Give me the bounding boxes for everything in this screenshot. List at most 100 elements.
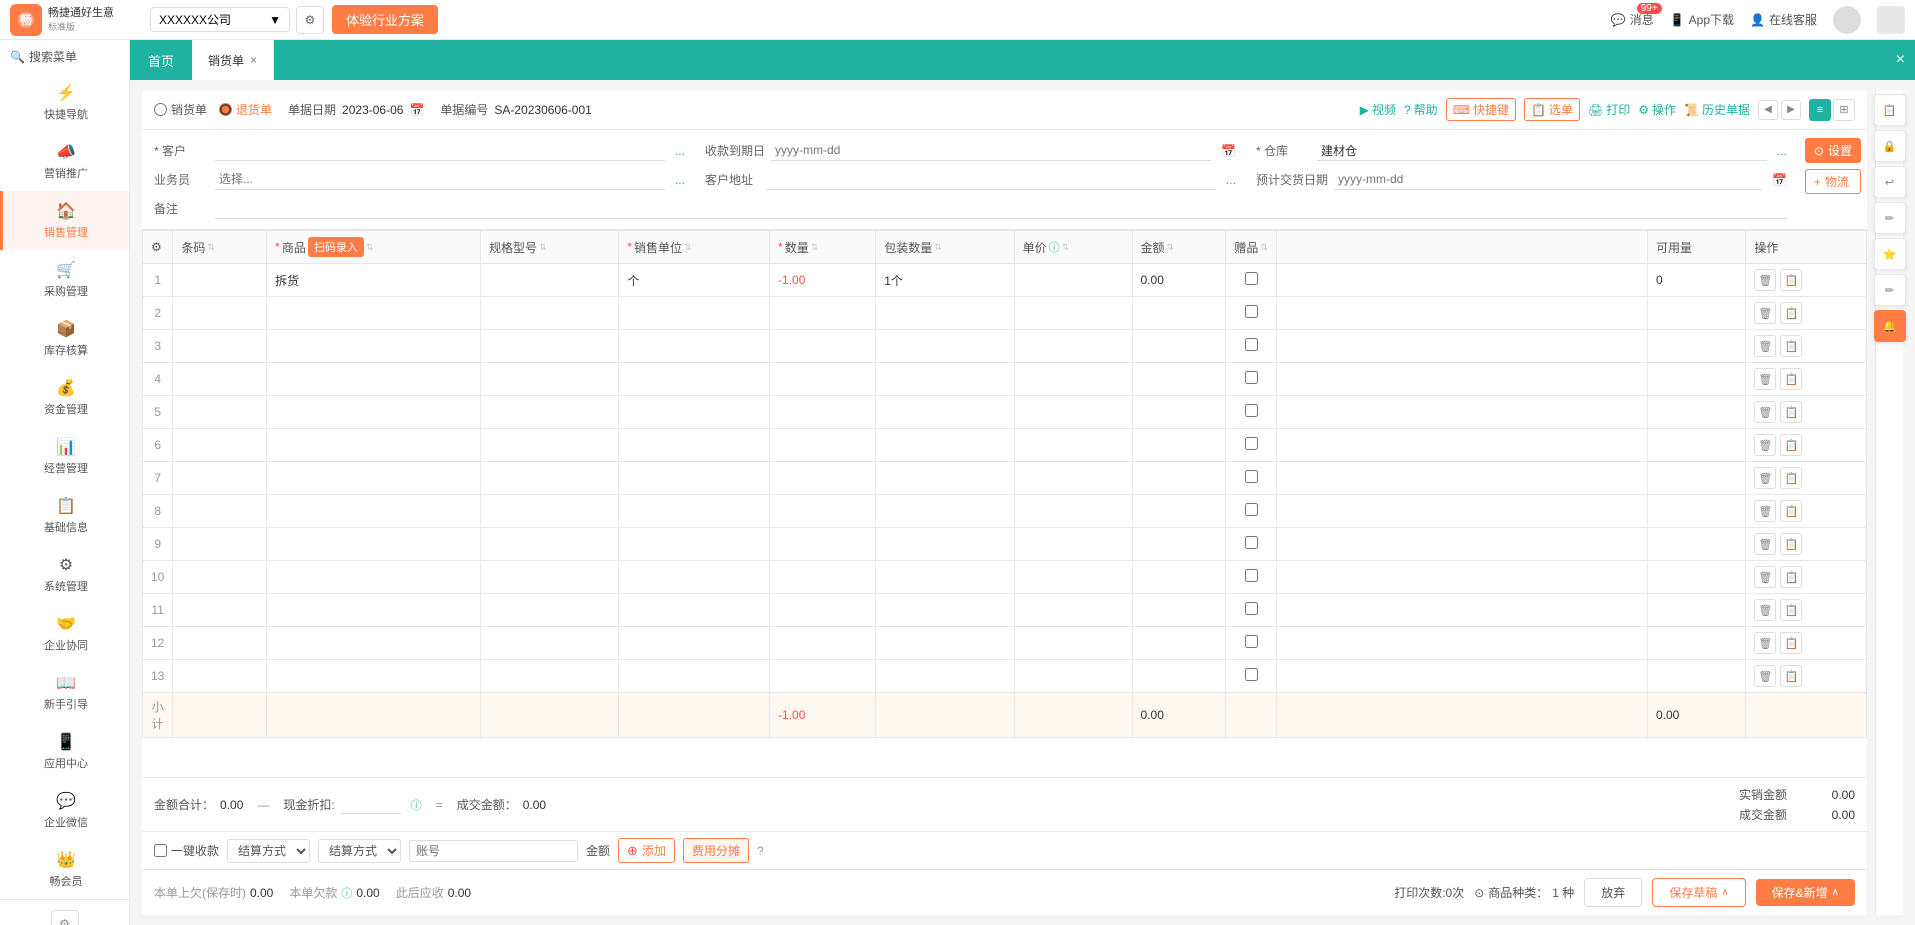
one-click-payment-checkbox[interactable]: 一键收款 <box>154 842 219 859</box>
delete-row-10[interactable]: 🗑 <box>1754 566 1776 588</box>
row-quantity-7[interactable] <box>770 462 876 495</box>
tab-sale-order[interactable]: 销货单 × <box>192 40 274 80</box>
row-gift-10[interactable] <box>1226 561 1277 594</box>
row-gift-6[interactable] <box>1226 429 1277 462</box>
choose-link[interactable]: 📋 选单 <box>1524 98 1580 121</box>
row-product-1[interactable]: 拆货 <box>267 264 481 297</box>
copy-row-6[interactable]: 📋 <box>1780 434 1802 456</box>
row-gift-12[interactable] <box>1226 627 1277 660</box>
row-quantity-12[interactable] <box>770 627 876 660</box>
radio-return-input[interactable] <box>219 103 232 116</box>
one-click-payment-input[interactable] <box>154 844 167 857</box>
row-product-4[interactable] <box>267 363 481 396</box>
this-order-debt-hint[interactable]: ⓘ <box>341 885 352 901</box>
radio-sale-input[interactable] <box>154 103 167 116</box>
unit-price-info-icon[interactable]: ⓘ <box>1049 239 1060 255</box>
float-btn-3[interactable]: ↩ <box>1874 166 1906 198</box>
delete-row-9[interactable]: 🗑 <box>1754 533 1776 555</box>
delete-row-4[interactable]: 🗑 <box>1754 368 1776 390</box>
sidebar-item-guide[interactable]: 📖 新手引导 <box>0 663 129 722</box>
message-button[interactable]: 💬 消息 99+ <box>1611 11 1654 28</box>
row-quantity-10[interactable] <box>770 561 876 594</box>
discount-info-icon[interactable]: ⓘ <box>411 797 422 813</box>
salesperson-ellipsis[interactable]: ... <box>675 173 685 187</box>
note-input[interactable] <box>215 198 1787 219</box>
payment-account-input[interactable] <box>409 840 578 862</box>
avatar[interactable] <box>1833 6 1861 34</box>
row-quantity-6[interactable] <box>770 429 876 462</box>
sidebar-item-member[interactable]: 👑 畅会员 <box>0 840 129 899</box>
row-gift-3[interactable] <box>1226 330 1277 363</box>
row-quantity-3[interactable] <box>770 330 876 363</box>
copy-row-8[interactable]: 📋 <box>1780 500 1802 522</box>
company-selector[interactable]: XXXXXX公司 ▼ <box>150 7 290 32</box>
add-payment-button[interactable]: ⊕ 添加 <box>618 838 675 863</box>
sidebar-item-wechat[interactable]: 💬 企业微信 <box>0 781 129 840</box>
salesperson-input[interactable] <box>215 169 665 190</box>
sidebar-item-operations[interactable]: 📊 经营管理 <box>0 427 129 486</box>
row-product-2[interactable] <box>267 297 481 330</box>
copy-row-7[interactable]: 📋 <box>1780 467 1802 489</box>
print-link[interactable]: 🖨 打印 <box>1588 101 1630 118</box>
expected-date-input[interactable] <box>1334 169 1762 190</box>
product-type-section[interactable]: ⊙ 商品种类： 1 种 <box>1474 884 1574 901</box>
delete-row-1[interactable]: 🗑 <box>1754 269 1776 291</box>
delete-row-13[interactable]: 🗑 <box>1754 665 1776 687</box>
row-product-7[interactable] <box>267 462 481 495</box>
copy-row-3[interactable]: 📋 <box>1780 335 1802 357</box>
copy-row-4[interactable]: 📋 <box>1780 368 1802 390</box>
customer-addr-ellipsis[interactable]: ... <box>1226 173 1236 187</box>
sidebar-item-system[interactable]: ⚙ 系统管理 <box>0 545 129 604</box>
online-service-button[interactable]: 👤 在线客服 <box>1750 11 1817 28</box>
customer-input[interactable] <box>215 140 665 161</box>
settings-btn[interactable]: ⊙ 设置 <box>1805 138 1861 163</box>
copy-row-1[interactable]: 📋 <box>1780 269 1802 291</box>
sidebar-item-basics[interactable]: 📋 基础信息 <box>0 486 129 545</box>
row-gift-5[interactable] <box>1226 396 1277 429</box>
row-product-13[interactable] <box>267 660 481 693</box>
float-btn-6[interactable]: ✏ <box>1874 274 1906 306</box>
row-product-3[interactable] <box>267 330 481 363</box>
delete-row-3[interactable]: 🗑 <box>1754 335 1776 357</box>
delete-row-6[interactable]: 🗑 <box>1754 434 1776 456</box>
copy-row-5[interactable]: 📋 <box>1780 401 1802 423</box>
payment-method-select2[interactable]: 结算方式 <box>318 839 401 863</box>
row-product-9[interactable] <box>267 528 481 561</box>
row-gift-7[interactable] <box>1226 462 1277 495</box>
sidebar-item-quick-nav[interactable]: ⚡ 快捷导航 <box>0 73 129 132</box>
abandon-button[interactable]: 放弃 <box>1584 878 1642 907</box>
calendar-icon[interactable]: 📅 <box>409 103 424 117</box>
sidebar-item-appstore[interactable]: 📱 应用中心 <box>0 722 129 781</box>
warehouse-ellipsis[interactable]: ... <box>1777 144 1787 158</box>
trial-button[interactable]: 体验行业方案 <box>332 5 438 34</box>
row-quantity-2[interactable] <box>770 297 876 330</box>
delete-row-2[interactable]: 🗑 <box>1754 302 1776 324</box>
help-link[interactable]: ? 帮助 <box>1404 101 1438 118</box>
save-draft-button[interactable]: 保存草稿 ∧ <box>1652 878 1745 907</box>
sidebar-item-sales[interactable]: 🏠 销售管理 <box>0 191 129 250</box>
prev-arrow[interactable]: ◀ <box>1758 100 1778 120</box>
payment-method-select[interactable]: 结算方式 <box>227 839 310 863</box>
app-download-button[interactable]: 📱 App下载 <box>1670 11 1734 28</box>
sidebar-item-inventory[interactable]: 📦 库存核算 <box>0 309 129 368</box>
user-panel[interactable] <box>1877 6 1905 34</box>
sidebar-item-enterprise[interactable]: 🤝 企业协同 <box>0 604 129 663</box>
copy-row-12[interactable]: 📋 <box>1780 632 1802 654</box>
settings-button[interactable]: ⚙ <box>296 6 324 34</box>
delete-row-8[interactable]: 🗑 <box>1754 500 1776 522</box>
row-gift-4[interactable] <box>1226 363 1277 396</box>
copy-row-2[interactable]: 📋 <box>1780 302 1802 324</box>
row-gift-2[interactable] <box>1226 297 1277 330</box>
tab-bar-close-icon[interactable]: × <box>1896 51 1905 69</box>
row-quantity-9[interactable] <box>770 528 876 561</box>
float-btn-5[interactable]: ⭐ <box>1874 238 1906 270</box>
delete-row-12[interactable]: 🗑 <box>1754 632 1776 654</box>
delete-row-5[interactable]: 🗑 <box>1754 401 1776 423</box>
row-gift-9[interactable] <box>1226 528 1277 561</box>
sidebar-item-finance[interactable]: 💰 资金管理 <box>0 368 129 427</box>
row-quantity-5[interactable] <box>770 396 876 429</box>
row-gift-13[interactable] <box>1226 660 1277 693</box>
row-gift-8[interactable] <box>1226 495 1277 528</box>
expected-date-calendar-icon[interactable]: 📅 <box>1772 173 1787 187</box>
expense-split-button[interactable]: 费用分摊 <box>683 838 749 863</box>
